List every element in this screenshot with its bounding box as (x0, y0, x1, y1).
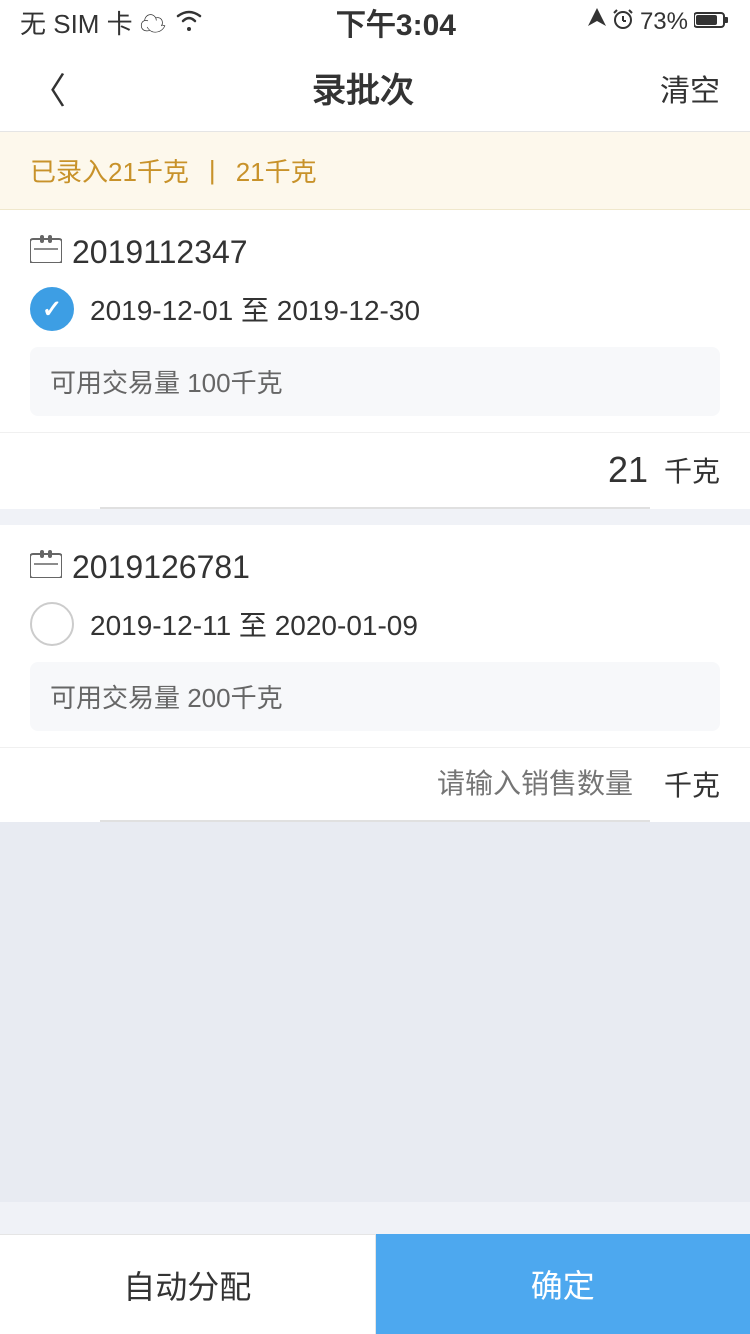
section-gap (0, 509, 750, 525)
batch-1-header: 2019112347 (0, 210, 750, 279)
wifi-icon (174, 7, 204, 38)
page-title: 录批次 (312, 63, 414, 112)
checkmark-icon: ✓ (42, 295, 62, 324)
status-left: 无 SIM 卡 ☁ (20, 4, 204, 41)
batch-card-2: 2019126781 2019-12-11 至 2020-01-09 可用交易量… (0, 525, 750, 822)
summary-label: 已录入21千克 (30, 152, 189, 189)
batch-2-radio[interactable] (30, 602, 74, 646)
batch-1-quantity-unit: 千克 (664, 450, 720, 490)
auto-distribute-button[interactable]: 自动分配 (0, 1234, 376, 1334)
batch-2-quantity-input[interactable] (30, 768, 648, 800)
summary-bar: 已录入21千克 | 21千克 (0, 132, 750, 210)
status-time: 下午3:04 (336, 0, 456, 44)
nav-bar: 〈 录批次 清空 (0, 44, 750, 132)
status-right: 73% (588, 8, 730, 37)
location-icon (588, 8, 606, 37)
battery-icon (694, 8, 730, 36)
batch-2-header: 2019126781 (0, 525, 750, 594)
back-button[interactable]: 〈 (30, 62, 66, 114)
confirm-button[interactable]: 确定 (376, 1234, 750, 1334)
empty-grey-area (0, 822, 750, 1202)
batch-1-date-row[interactable]: ✓ 2019-12-01 至 2019-12-30 (0, 279, 750, 339)
bottom-bar: 自动分配 确定 (0, 1234, 750, 1334)
batch-1-radio[interactable]: ✓ (30, 287, 74, 331)
summary-amount: 21千克 (236, 152, 317, 189)
no-sim-text: 无 SIM 卡 ☁ (20, 4, 166, 41)
batch-2-date: 2019-12-11 至 2020-01-09 (90, 604, 418, 644)
batch-1-icon (30, 235, 62, 271)
batch-1-quantity-value: 21 (608, 449, 648, 491)
batch-1-availability: 可用交易量 100千克 (30, 347, 720, 416)
batch-2-availability: 可用交易量 200千克 (30, 662, 720, 731)
batch-2-unit: 千克 (664, 764, 720, 804)
clear-button[interactable]: 清空 (660, 66, 720, 110)
battery-percent: 73% (640, 8, 688, 36)
summary-divider: | (209, 155, 216, 186)
batch-2-icon (30, 550, 62, 586)
batch-1-date: 2019-12-01 至 2019-12-30 (90, 289, 420, 329)
alarm-icon (612, 8, 634, 37)
status-bar: 无 SIM 卡 ☁ 下午3:04 73% (0, 0, 750, 44)
batch-2-date-row[interactable]: 2019-12-11 至 2020-01-09 (0, 594, 750, 654)
batch-2-quantity-row: 千克 (0, 747, 750, 820)
batch-1-quantity-row: 21 千克 (0, 432, 750, 507)
batch-card-1: 2019112347 ✓ 2019-12-01 至 2019-12-30 可用交… (0, 210, 750, 509)
batch-1-id: 2019112347 (72, 234, 248, 271)
batch-2-id: 2019126781 (72, 549, 250, 586)
